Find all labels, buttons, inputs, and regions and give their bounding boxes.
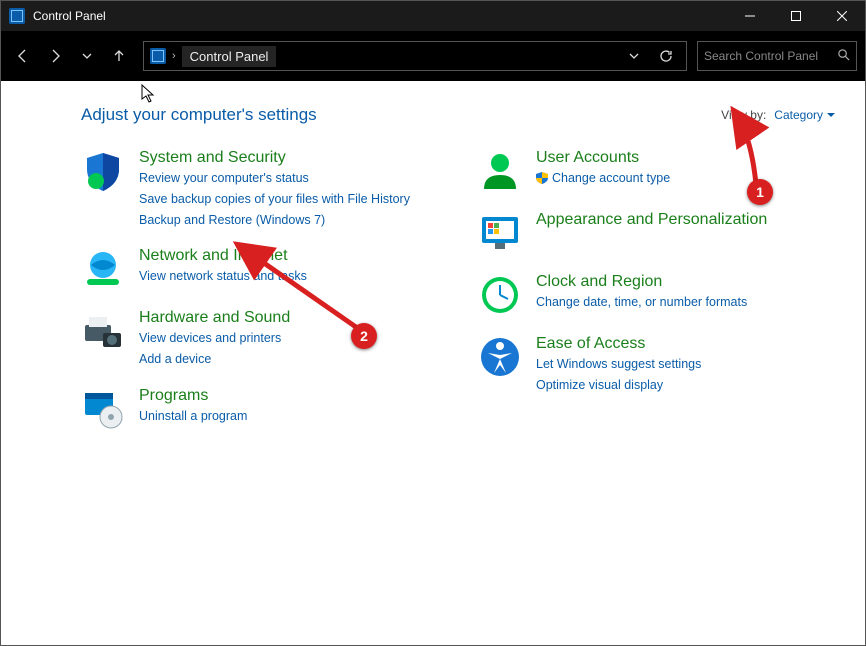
printer-icon [81,309,125,353]
link-add-device[interactable]: Add a device [139,350,290,369]
refresh-button[interactable] [652,42,680,70]
window-frame: Control Panel › Control Panel Search Con [0,0,866,646]
link-user-accounts[interactable]: User Accounts [536,149,670,167]
minimize-button[interactable] [727,1,773,31]
shield-icon [81,149,125,193]
link-network-internet[interactable]: Network and Internet [139,247,307,265]
annotation-badge-1: 1 [747,179,773,205]
view-by-dropdown[interactable]: Category [774,108,835,122]
view-by-value: Category [774,108,823,122]
search-icon [837,48,850,64]
category-network-internet: Network and Internet View network status… [81,247,438,291]
chevron-down-icon [827,111,835,119]
window-title: Control Panel [33,9,106,23]
category-hardware-sound: Hardware and Sound View devices and prin… [81,309,438,369]
recent-locations-button[interactable] [73,42,101,70]
link-change-account-type[interactable]: Change account type [536,169,670,188]
link-system-security[interactable]: System and Security [139,149,410,167]
category-appearance: Appearance and Personalization [478,211,835,255]
user-icon [478,149,522,193]
content-area: Adjust your computer's settings View by:… [1,81,865,645]
annotation-badge-2: 2 [351,323,377,349]
forward-button[interactable] [41,42,69,70]
category-column-left: System and Security Review your computer… [81,149,438,431]
view-by-control: View by: Category [721,108,835,122]
link-appearance[interactable]: Appearance and Personalization [536,211,767,229]
search-placeholder: Search Control Panel [704,49,831,63]
category-programs: Programs Uninstall a program [81,387,438,431]
category-user-accounts: User Accounts Change account type [478,149,835,193]
link-backup-restore[interactable]: Backup and Restore (Windows 7) [139,211,410,230]
address-icon [150,48,166,64]
globe-icon [81,247,125,291]
link-uninstall[interactable]: Uninstall a program [139,407,247,426]
chevron-right-icon: › [172,50,176,62]
link-ease-of-access[interactable]: Ease of Access [536,335,701,353]
programs-icon [81,387,125,431]
link-optimize-display[interactable]: Optimize visual display [536,376,701,395]
accessibility-icon [478,335,522,379]
link-network-status[interactable]: View network status and tasks [139,267,307,286]
address-bar[interactable]: › Control Panel [143,41,687,71]
page-heading: Adjust your computer's settings [81,105,317,125]
category-ease-of-access: Ease of Access Let Windows suggest setti… [478,335,835,395]
maximize-button[interactable] [773,1,819,31]
view-by-label: View by: [721,108,766,122]
search-input[interactable]: Search Control Panel [697,41,857,71]
navigation-bar: › Control Panel Search Control Panel [1,31,865,81]
category-system-security: System and Security Review your computer… [81,149,438,229]
link-date-time-formats[interactable]: Change date, time, or number formats [536,293,747,312]
uac-shield-icon [536,171,548,183]
link-hardware-sound[interactable]: Hardware and Sound [139,309,290,327]
up-button[interactable] [105,42,133,70]
control-panel-icon [9,8,25,24]
breadcrumb-control-panel[interactable]: Control Panel [182,46,277,67]
link-suggest-settings[interactable]: Let Windows suggest settings [536,355,701,374]
category-column-right: User Accounts Change account type Appear… [478,149,835,431]
monitor-icon [478,211,522,255]
link-file-history[interactable]: Save backup copies of your files with Fi… [139,190,410,209]
address-history-button[interactable] [620,42,648,70]
link-devices-printers[interactable]: View devices and printers [139,329,290,348]
category-clock-region: Clock and Region Change date, time, or n… [478,273,835,317]
link-programs[interactable]: Programs [139,387,247,405]
link-clock-region[interactable]: Clock and Region [536,273,747,291]
titlebar: Control Panel [1,1,865,31]
back-button[interactable] [9,42,37,70]
clock-icon [478,273,522,317]
close-button[interactable] [819,1,865,31]
link-review-status[interactable]: Review your computer's status [139,169,410,188]
